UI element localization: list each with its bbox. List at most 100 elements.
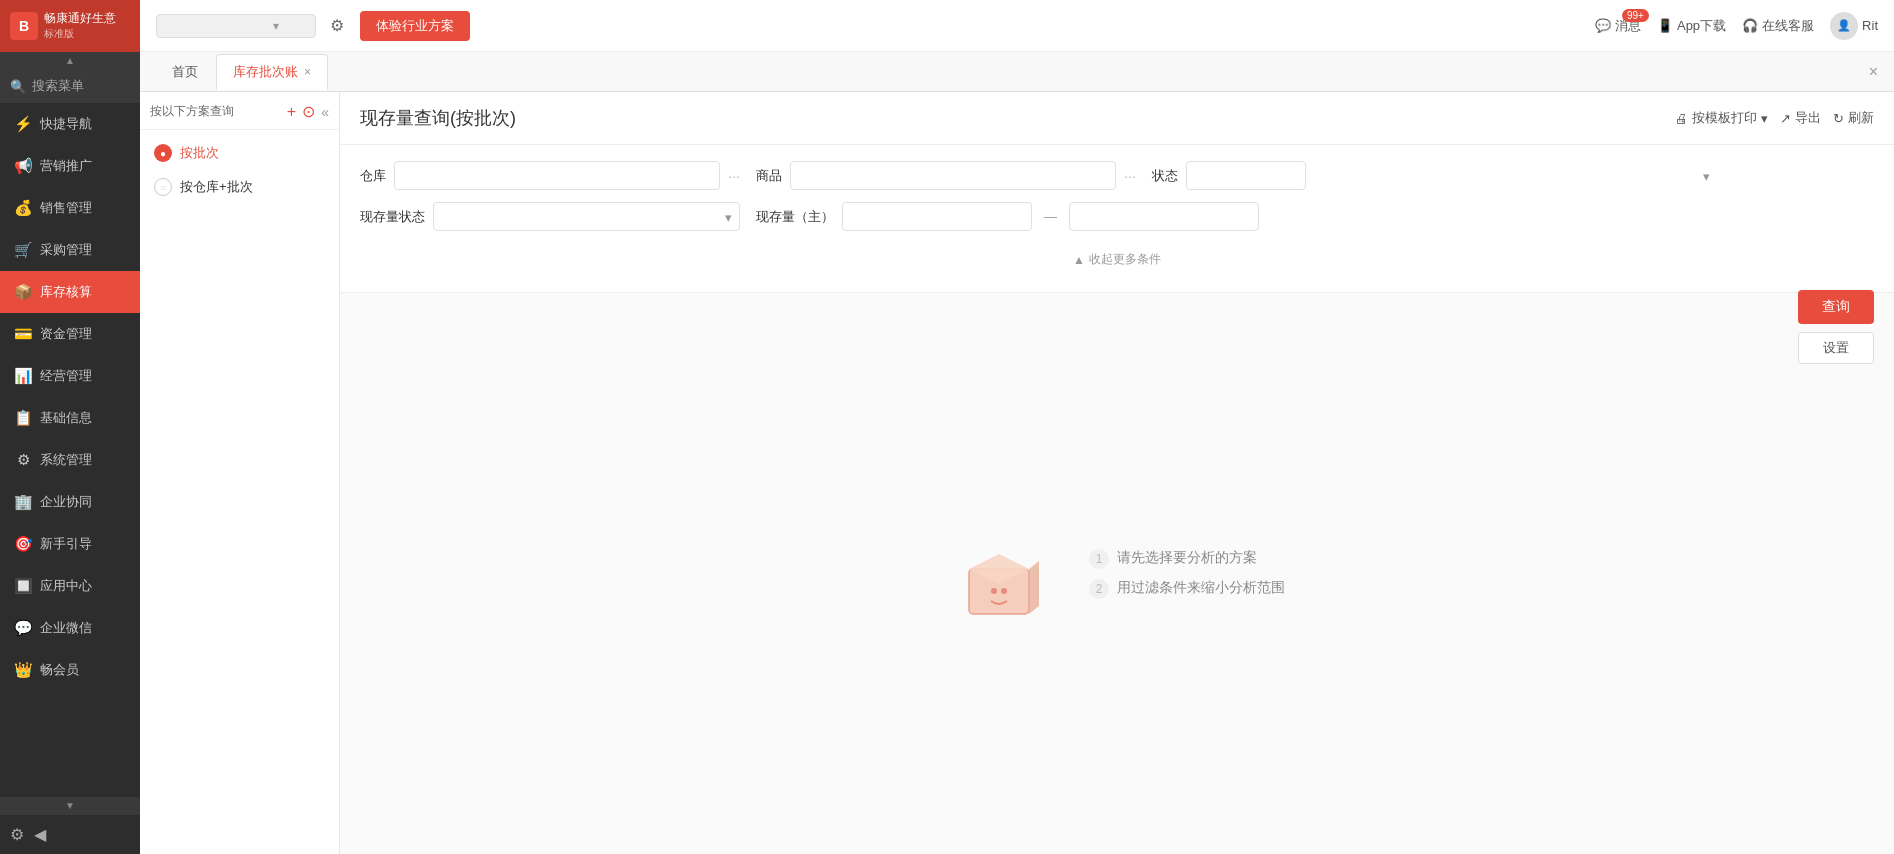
app-download-button[interactable]: 📱 App下载 (1657, 17, 1726, 35)
enterprise-icon: 🏢 (14, 493, 32, 511)
warehouse-label: 仓库 (360, 167, 386, 185)
newbie-icon: 🎯 (14, 535, 32, 553)
tab-inventory-batch[interactable]: 库存批次账 × (216, 54, 328, 90)
filter-group-product: 商品 ··· (756, 161, 1136, 190)
stock-status-select[interactable] (433, 202, 740, 231)
collapse-more-btn[interactable]: ▲ 收起更多条件 (360, 243, 1874, 276)
header-gear-icon[interactable]: ⚙ (330, 16, 344, 35)
scheme-panel-collapse-button[interactable]: « (321, 104, 329, 120)
sidebar-item-label: 应用中心 (40, 577, 92, 595)
app-center-icon: 🔲 (14, 577, 32, 595)
avatar: 👤 (1830, 12, 1858, 40)
hint-number-1: 1 (1089, 549, 1109, 569)
tab-home-label: 首页 (172, 63, 198, 81)
sidebar-item-operations[interactable]: 📊 经营管理 (0, 355, 140, 397)
scheme-batch-label: 按批次 (180, 144, 219, 162)
empty-state-illustration (949, 524, 1049, 624)
messages-button[interactable]: 💬 消息 99+ (1595, 17, 1641, 35)
status-select[interactable] (1186, 161, 1306, 190)
sidebar-item-enterprise[interactable]: 🏢 企业协同 (0, 481, 140, 523)
page-title: 现存量查询(按批次) (360, 106, 516, 144)
app-title: 畅康通好生意 (44, 11, 116, 27)
sidebar-item-label: 经营管理 (40, 367, 92, 385)
sidebar-search[interactable]: 🔍 搜索菜单 (0, 69, 140, 103)
sidebar-item-system[interactable]: ⚙ 系统管理 (0, 439, 140, 481)
header-search-bar[interactable]: ▾ (156, 14, 316, 38)
sidebar-item-member[interactable]: 👑 畅会员 (0, 649, 140, 691)
sidebar-item-newbie[interactable]: 🎯 新手引导 (0, 523, 140, 565)
trial-button[interactable]: 体验行业方案 (360, 11, 470, 41)
status-select-wrapper (1186, 161, 1718, 190)
search-icon: 🔍 (10, 79, 26, 94)
tab-active-label: 库存批次账 (233, 63, 298, 81)
product-input[interactable] (790, 161, 1116, 190)
scheme-inactive-indicator: ○ (154, 178, 172, 196)
sidebar-item-purchase[interactable]: 🛒 采购管理 (0, 229, 140, 271)
sidebar-item-label: 快捷导航 (40, 115, 92, 133)
tab-panel-close-icon[interactable]: × (1869, 63, 1878, 81)
empty-state-inner: 1 请先选择要分析的方案 2 用过滤条件来缩小分析范围 (949, 524, 1285, 624)
stock-qty-max-input[interactable] (1069, 202, 1259, 231)
tab-close-icon[interactable]: × (304, 65, 311, 79)
collapse-label: 收起更多条件 (1089, 251, 1161, 268)
sidebar-item-label: 采购管理 (40, 241, 92, 259)
scheme-item-warehouse-batch[interactable]: ○ 按仓库+批次 (140, 170, 339, 204)
sidebar-collapse-icon[interactable]: ◀ (34, 825, 46, 844)
svg-point-4 (991, 588, 997, 594)
sidebar-item-basics[interactable]: 📋 基础信息 (0, 397, 140, 439)
sidebar-item-marketing[interactable]: 📢 营销推广 (0, 145, 140, 187)
refresh-button[interactable]: ↻ 刷新 (1833, 109, 1874, 127)
quick-nav-icon: ⚡ (14, 115, 32, 133)
scheme-panel-actions: + ⊙ « (287, 102, 329, 121)
sales-icon: 💰 (14, 199, 32, 217)
user-account[interactable]: 👤 Rit (1830, 12, 1878, 40)
print-dropdown-icon[interactable]: ▾ (1761, 111, 1768, 126)
hint-text-1: 请先选择要分析的方案 (1117, 549, 1257, 567)
sidebar-search-label: 搜索菜单 (32, 77, 84, 95)
query-button[interactable]: 查询 (1798, 290, 1874, 324)
sidebar-scroll-up[interactable]: ▲ (0, 52, 140, 69)
tab-bar: 首页 库存批次账 × × (140, 52, 1894, 92)
warehouse-input[interactable] (394, 161, 720, 190)
online-service-button[interactable]: 🎧 在线客服 (1742, 17, 1814, 35)
sidebar-settings-icon[interactable]: ⚙ (10, 825, 24, 844)
sidebar-item-sales[interactable]: 💰 销售管理 (0, 187, 140, 229)
app-logo: B (10, 12, 38, 40)
basics-icon: 📋 (14, 409, 32, 427)
refresh-icon: ↻ (1833, 111, 1844, 126)
warehouse-more-icon[interactable]: ··· (728, 168, 740, 184)
sidebar-item-wechat[interactable]: 💬 企业微信 (0, 607, 140, 649)
sidebar-item-label: 系统管理 (40, 451, 92, 469)
app-version: 标准版 (44, 27, 116, 41)
sidebar-item-label: 销售管理 (40, 199, 92, 217)
header-search-chevron-icon[interactable]: ▾ (273, 19, 279, 33)
sidebar-item-inventory[interactable]: 📦 库存核算 (0, 271, 140, 313)
svg-marker-3 (1029, 561, 1039, 614)
filter-row-2: 现存量状态 现存量（主） — (360, 202, 1874, 231)
sidebar-header: B 畅康通好生意 标准版 (0, 0, 140, 52)
tab-home[interactable]: 首页 (156, 55, 214, 89)
product-more-icon[interactable]: ··· (1124, 168, 1136, 184)
stock-qty-min-input[interactable] (842, 202, 1032, 231)
scheme-add-button[interactable]: + (287, 103, 296, 121)
settings-button[interactable]: 设置 (1798, 332, 1874, 364)
purchase-icon: 🛒 (14, 241, 32, 259)
scheme-settings-button[interactable]: ⊙ (302, 102, 315, 121)
sidebar-footer: ⚙ ◀ (0, 814, 140, 854)
sidebar-item-label: 畅会员 (40, 661, 79, 679)
print-button[interactable]: 🖨 按模板打印 ▾ (1675, 109, 1768, 127)
messages-icon: 💬 (1595, 18, 1611, 33)
sidebar-item-finance[interactable]: 💳 资金管理 (0, 313, 140, 355)
export-button[interactable]: ↗ 导出 (1780, 109, 1821, 127)
sidebar-item-quick-nav[interactable]: ⚡ 快捷导航 (0, 103, 140, 145)
filter-group-warehouse: 仓库 ··· (360, 161, 740, 190)
filter-area: 仓库 ··· 商品 ··· 状态 (340, 145, 1894, 293)
sidebar-item-label: 新手引导 (40, 535, 92, 553)
scheme-active-indicator: ● (154, 144, 172, 162)
sidebar-scroll-down[interactable]: ▼ (0, 797, 140, 814)
sidebar-item-app-center[interactable]: 🔲 应用中心 (0, 565, 140, 607)
sidebar: B 畅康通好生意 标准版 ▲ 🔍 搜索菜单 ⚡ 快捷导航 📢 营销推广 💰 销售… (0, 0, 140, 854)
scheme-item-batch[interactable]: ● 按批次 (140, 136, 339, 170)
operations-icon: 📊 (14, 367, 32, 385)
header-search-input[interactable] (167, 19, 267, 33)
